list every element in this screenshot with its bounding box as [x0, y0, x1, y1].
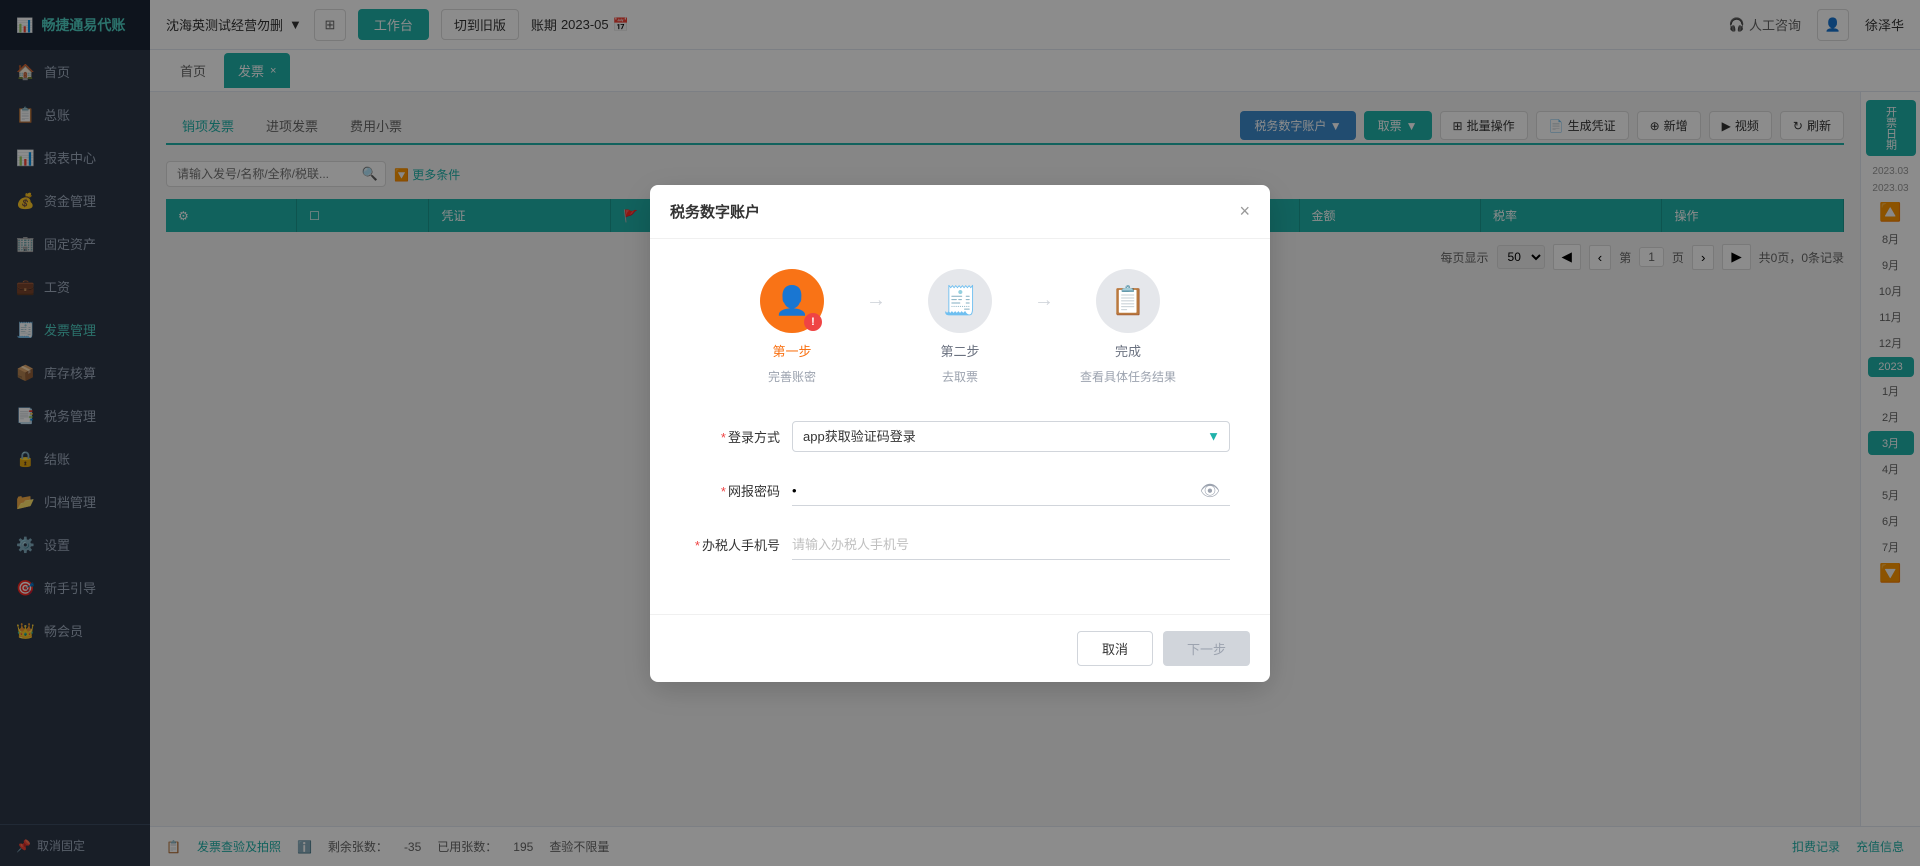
- phone-input[interactable]: [792, 530, 1230, 560]
- net-pwd-label: 网报密码: [690, 481, 780, 500]
- step-2-icon-wrap: 🧾: [928, 269, 992, 333]
- tax-account-modal: 税务数字账户 × 👤 ! 第一步 完善账密 →: [650, 185, 1270, 682]
- modal-close-btn[interactable]: ×: [1239, 202, 1250, 220]
- step-1-icon-wrap: 👤 !: [760, 269, 824, 333]
- step-2: 🧾 第二步 去取票: [890, 269, 1030, 385]
- steps-container: 👤 ! 第一步 完善账密 → 🧾 第二步 去取票 →: [690, 269, 1230, 385]
- modal-footer: 取消 下一步: [650, 614, 1270, 682]
- next-button[interactable]: 下一步: [1163, 631, 1250, 666]
- step-arrow-2: →: [1034, 269, 1054, 312]
- step-1-icon: 👤: [775, 284, 810, 317]
- pwd-toggle-icon[interactable]: 👁: [1200, 481, 1220, 501]
- step-3-icon: 📋: [1111, 284, 1146, 317]
- phone-label: 办税人手机号: [690, 535, 780, 554]
- step-3-icon-wrap: 📋: [1096, 269, 1160, 333]
- step-3: 📋 完成 查看具体任务结果: [1058, 269, 1198, 385]
- modal-body: 👤 ! 第一步 完善账密 → 🧾 第二步 去取票 →: [650, 239, 1270, 614]
- cancel-button[interactable]: 取消: [1077, 631, 1153, 666]
- modal-header: 税务数字账户 ×: [650, 185, 1270, 239]
- step-2-desc: 去取票: [942, 368, 978, 385]
- net-pwd-row: 网报密码 👁: [690, 476, 1230, 506]
- login-method-select-wrap: app获取验证码登录 ▼: [792, 421, 1230, 452]
- step-1-desc: 完善账密: [768, 368, 816, 385]
- phone-row: 办税人手机号: [690, 530, 1230, 560]
- step-arrow-1: →: [866, 269, 886, 312]
- login-method-row: 登录方式 app获取验证码登录 ▼: [690, 421, 1230, 452]
- login-method-select[interactable]: app获取验证码登录: [792, 421, 1230, 452]
- step-3-desc: 查看具体任务结果: [1080, 368, 1176, 385]
- step-1: 👤 ! 第一步 完善账密: [722, 269, 862, 385]
- pwd-wrap: 👁: [792, 476, 1230, 506]
- step-3-label: 完成: [1115, 341, 1141, 360]
- step-1-badge: !: [804, 313, 822, 331]
- step-2-label: 第二步: [940, 341, 979, 360]
- login-method-label: 登录方式: [690, 427, 780, 446]
- modal-title: 税务数字账户: [670, 201, 760, 222]
- step-1-label: 第一步: [772, 341, 811, 360]
- net-pwd-input[interactable]: [792, 476, 1230, 506]
- step-2-icon: 🧾: [943, 284, 978, 317]
- modal-overlay: 税务数字账户 × 👤 ! 第一步 完善账密 →: [0, 0, 1920, 866]
